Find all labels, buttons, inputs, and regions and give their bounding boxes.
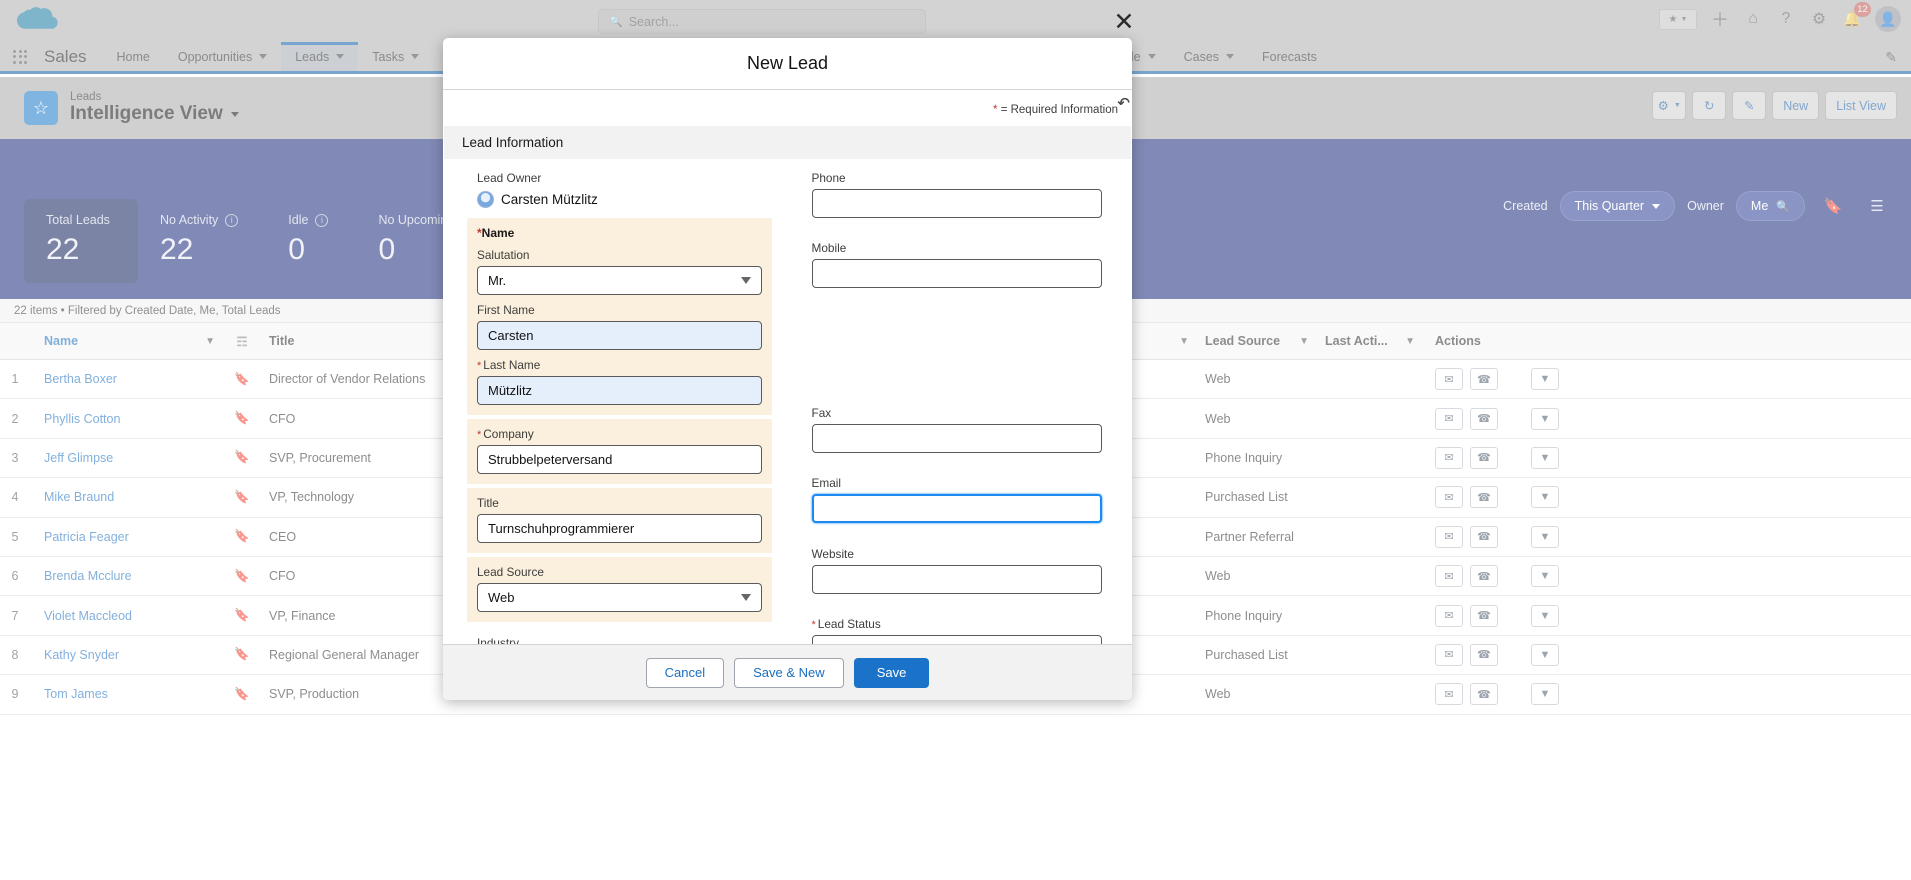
new-lead-modal: New Lead * = Required Information Lead I… [443, 38, 1132, 700]
undo-icon-lead-source[interactable]: ↶ [1117, 96, 1130, 111]
salutation-value: Mr. [488, 273, 507, 288]
lead-source-row: ↶ Lead Source Web [467, 96, 1130, 622]
close-icon[interactable]: ✕ [1110, 8, 1138, 36]
first-name-label: First Name [477, 303, 535, 317]
lead-owner-value: Carsten Mützlitz [477, 189, 762, 208]
lead-owner-label: Lead Owner [477, 171, 542, 185]
lead-source-label: Lead Source [477, 565, 544, 579]
phone-input[interactable] [811, 189, 1102, 218]
modal-title: New Lead [746, 53, 829, 73]
required-asterisk: * [477, 360, 482, 372]
field-fax: Fax [811, 288, 1102, 453]
website-label: Website [811, 547, 854, 561]
website-input[interactable] [811, 565, 1102, 594]
industry-label: Industry [477, 636, 519, 644]
lead-source-value: Web [488, 590, 515, 605]
modal-header: New Lead [443, 38, 1132, 90]
title-label: Title [477, 496, 499, 510]
required-note-text: = Required Information [1000, 104, 1118, 116]
required-asterisk: * [477, 429, 482, 441]
title-row: ↶ Title Turnschuhprogrammierer [467, 96, 1130, 553]
field-lead-owner: Lead Owner Carsten Mützlitz [477, 159, 762, 208]
salutation-label: Salutation [477, 248, 530, 262]
field-industry: Industry --None-- [477, 622, 762, 644]
save-and-new-button[interactable]: Save & New [734, 657, 844, 688]
company-label-text: Company [483, 427, 534, 441]
email-label: Email [811, 476, 842, 490]
owner-avatar-icon [477, 191, 494, 208]
company-input[interactable]: Strubbelpeterversand [477, 445, 762, 474]
form-grid: Lead Owner Carsten Mützlitz * Name ↶ Sal… [443, 96, 1133, 644]
form-column-right: Phone Mobile Fax Email Website * Lead St… [788, 159, 1133, 644]
first-name-input[interactable]: Carsten [477, 321, 762, 350]
chevron-down-icon [740, 277, 751, 284]
name-group-label: * Name [477, 222, 762, 240]
modal-footer: Cancel Save & New Save [443, 644, 1132, 700]
field-phone: Phone [811, 159, 1102, 218]
last-name-label-text: Last Name [483, 358, 541, 372]
field-last-name: * Last Name Mützlitz [477, 350, 762, 405]
chevron-down-icon [740, 594, 751, 601]
field-company: * Company Strubbelpeterversand [477, 423, 762, 474]
mobile-label: Mobile [811, 241, 847, 255]
required-asterisk: * [811, 619, 816, 631]
salutation-select[interactable]: Mr. [477, 266, 762, 295]
required-information-note: * = Required Information [443, 90, 1132, 126]
section-header-lead-information[interactable]: Lead Information [444, 126, 1131, 159]
last-name-input[interactable]: Mützlitz [477, 376, 762, 405]
lead-status-label-text: Lead Status [817, 617, 881, 631]
field-first-name: First Name Carsten [477, 295, 762, 350]
field-mobile: Mobile [811, 218, 1102, 288]
form-column-left: Lead Owner Carsten Mützlitz * Name ↶ Sal… [443, 96, 1130, 644]
field-salutation: Salutation Mr. [477, 240, 762, 295]
lead-source-select[interactable]: Web [477, 583, 762, 612]
last-name-label: * Last Name [477, 358, 762, 372]
owner-name-text: Carsten Mützlitz [501, 192, 598, 207]
title-input[interactable]: Turnschuhprogrammierer [477, 514, 762, 543]
fax-input[interactable] [811, 424, 1102, 453]
save-button[interactable]: Save [853, 657, 930, 688]
lead-status-value: Open - Not Contacted [823, 642, 949, 644]
field-lead-status: * Lead Status Open - Not Contacted [811, 594, 1103, 644]
email-input[interactable] [811, 494, 1102, 523]
required-asterisk: * [993, 104, 998, 116]
lead-status-label: * Lead Status [812, 617, 1103, 631]
name-compound-group: * Name ↶ Salutation Mr. First Name Carst… [467, 96, 1130, 415]
company-row: ↶ * Company Strubbelpeterversand [467, 96, 1130, 484]
lead-status-select[interactable]: Open - Not Contacted [811, 635, 1102, 644]
mobile-input[interactable] [811, 259, 1102, 288]
field-lead-source: Lead Source Web [477, 561, 762, 612]
modal-body: * = Required Information Lead Informatio… [443, 90, 1132, 644]
company-label: * Company [477, 427, 762, 441]
fax-label: Fax [811, 406, 832, 420]
name-group-label-text: Name [481, 226, 515, 240]
field-website: Website [811, 523, 1102, 594]
phone-label: Phone [811, 171, 846, 185]
field-email: Email [811, 453, 1102, 523]
cancel-button[interactable]: Cancel [645, 657, 725, 688]
field-title: Title Turnschuhprogrammierer [477, 492, 762, 543]
